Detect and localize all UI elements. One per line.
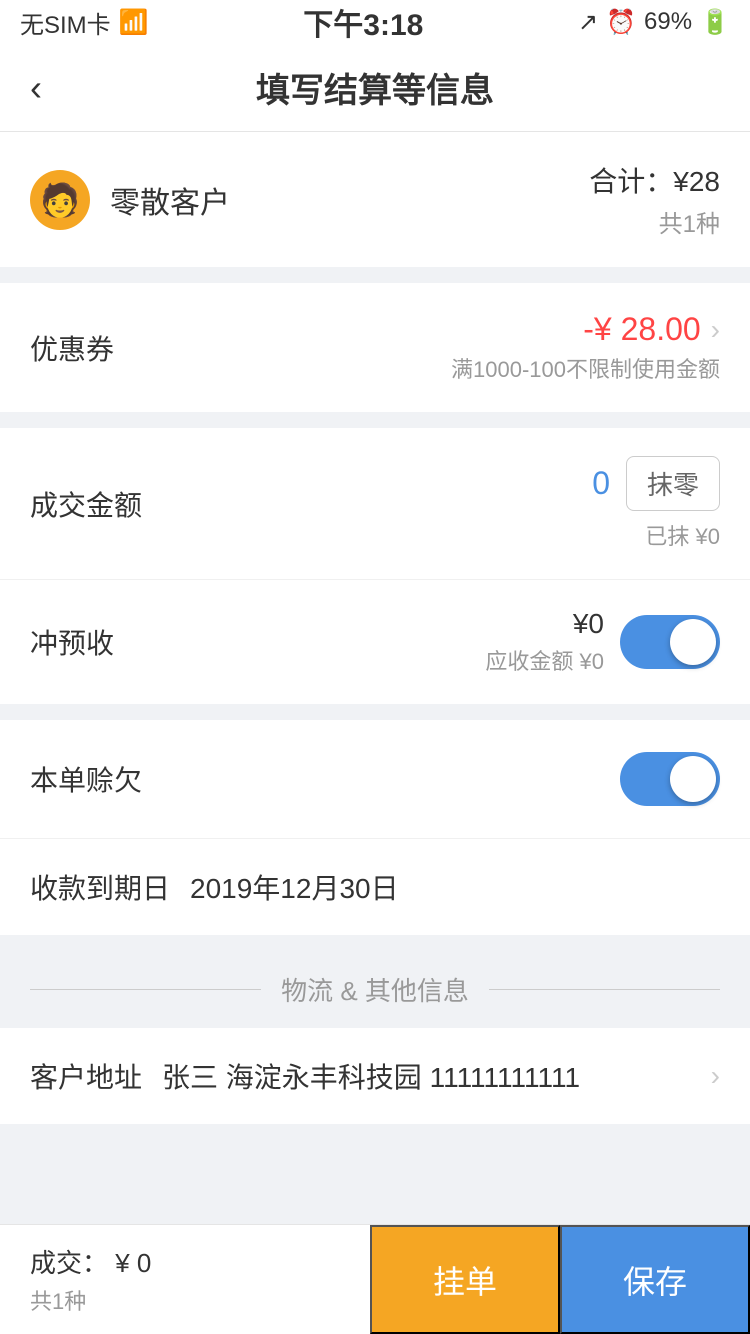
content-area: 🧑 零散客户 合计：¥28 共1种 优惠券 -¥ 28.00 › 满1000-1… <box>0 132 750 1260</box>
page-title: 填写结算等信息 <box>256 63 494 112</box>
prepay-right: ¥0 应收金额 ¥0 <box>485 608 720 676</box>
due-date-value: 2019年12月30日 <box>190 867 399 907</box>
prepayment-row: 冲预收 ¥0 应收金额 ¥0 <box>0 580 750 704</box>
address-row[interactable]: 客户地址 张三 海淀永丰科技园 11111111111 › <box>0 1028 750 1124</box>
location-icon: ↗ <box>578 8 598 37</box>
status-right: ↗ ⏰ 69% 🔋 <box>578 8 730 37</box>
coupon-right: -¥ 28.00 › 满1000-100不限制使用金额 <box>451 311 720 384</box>
coupon-section: 优惠券 -¥ 28.00 › 满1000-100不限制使用金额 <box>0 283 750 412</box>
customer-name: 零散客户 <box>110 178 230 222</box>
customer-row: 🧑 零散客户 合计：¥28 共1种 <box>0 132 750 267</box>
coupon-description: 满1000-100不限制使用金额 <box>451 352 720 384</box>
logistics-line-right <box>489 989 720 990</box>
total-count: 共1种 <box>589 204 720 239</box>
debt-section: 本单赊欠 收款到期日 2019年12月30日 <box>0 720 750 935</box>
status-bar: 无SIM卡 📶 下午3:18 ↗ ⏰ 69% 🔋 <box>0 0 750 44</box>
address-section: 客户地址 张三 海淀永丰科技园 11111111111 › <box>0 1028 750 1124</box>
transaction-label: 成交金额 <box>30 484 142 524</box>
due-date-row: 收款到期日 2019年12月30日 <box>0 838 750 935</box>
prepay-receivable: 应收金额 ¥0 <box>485 644 604 676</box>
status-time: 下午3:18 <box>303 0 423 44</box>
hang-button[interactable]: 挂单 <box>370 1225 560 1334</box>
debt-label: 本单赊欠 <box>30 759 142 799</box>
coupon-row[interactable]: 优惠券 -¥ 28.00 › 满1000-100不限制使用金额 <box>0 283 750 412</box>
debt-toggle[interactable] <box>620 752 720 806</box>
logistics-header: 物流 & 其他信息 <box>0 951 750 1028</box>
coupon-arrow: › <box>711 314 720 346</box>
nav-bar: ‹ 填写结算等信息 <box>0 44 750 132</box>
bottom-transaction-amount: ¥ 0 <box>115 1248 151 1278</box>
transaction-top: 0 抹零 <box>592 456 720 511</box>
logistics-line-left <box>30 989 261 990</box>
coupon-discount: -¥ 28.00 <box>583 311 700 348</box>
bottom-info: 成交： ¥ 0 共1种 <box>0 1225 370 1334</box>
transaction-row: 成交金额 0 抹零 已抹 ¥0 <box>0 428 750 580</box>
transaction-right: 0 抹零 已抹 ¥0 <box>592 456 720 551</box>
bottom-transaction-label: 成交： <box>30 1248 108 1278</box>
address-label: 客户地址 <box>30 1056 142 1096</box>
battery-text: 69% <box>644 8 692 36</box>
avatar: 🧑 <box>30 170 90 230</box>
status-left: 无SIM卡 📶 <box>20 5 149 40</box>
wifi-icon: 📶 <box>119 8 149 37</box>
back-button[interactable]: ‹ <box>30 67 42 109</box>
battery-icon: 🔋 <box>700 8 730 37</box>
already-rounded: 已抹 ¥0 <box>645 519 720 551</box>
customer-card: 🧑 零散客户 合计：¥28 共1种 <box>0 132 750 267</box>
coupon-label: 优惠券 <box>30 328 114 368</box>
customer-right: 合计：¥28 共1种 <box>589 160 720 239</box>
transaction-value: 0 <box>592 465 610 502</box>
avatar-icon: 🧑 <box>40 181 80 219</box>
round-button[interactable]: 抹零 <box>626 456 720 511</box>
bottom-count: 共1种 <box>30 1284 340 1316</box>
debt-row: 本单赊欠 <box>0 720 750 838</box>
logistics-title: 物流 & 其他信息 <box>281 971 469 1008</box>
bottom-transaction: 成交： ¥ 0 <box>30 1243 340 1280</box>
address-arrow: › <box>711 1060 720 1092</box>
prepay-values: ¥0 应收金额 ¥0 <box>485 608 604 676</box>
prepay-amount: ¥0 <box>573 608 604 640</box>
save-button[interactable]: 保存 <box>560 1225 750 1334</box>
no-sim-text: 无SIM卡 <box>20 5 111 40</box>
bottom-bar: 成交： ¥ 0 共1种 挂单 保存 <box>0 1224 750 1334</box>
prepayment-label: 冲预收 <box>30 622 114 662</box>
transaction-section: 成交金额 0 抹零 已抹 ¥0 冲预收 ¥0 应收金额 ¥0 <box>0 428 750 704</box>
address-value: 张三 海淀永丰科技园 11111111111 <box>162 1056 701 1096</box>
due-date-label: 收款到期日 <box>30 867 170 907</box>
prepayment-toggle[interactable] <box>620 615 720 669</box>
customer-left: 🧑 零散客户 <box>30 170 230 230</box>
alarm-icon: ⏰ <box>606 8 636 37</box>
total-amount: 合计：¥28 <box>589 160 720 200</box>
